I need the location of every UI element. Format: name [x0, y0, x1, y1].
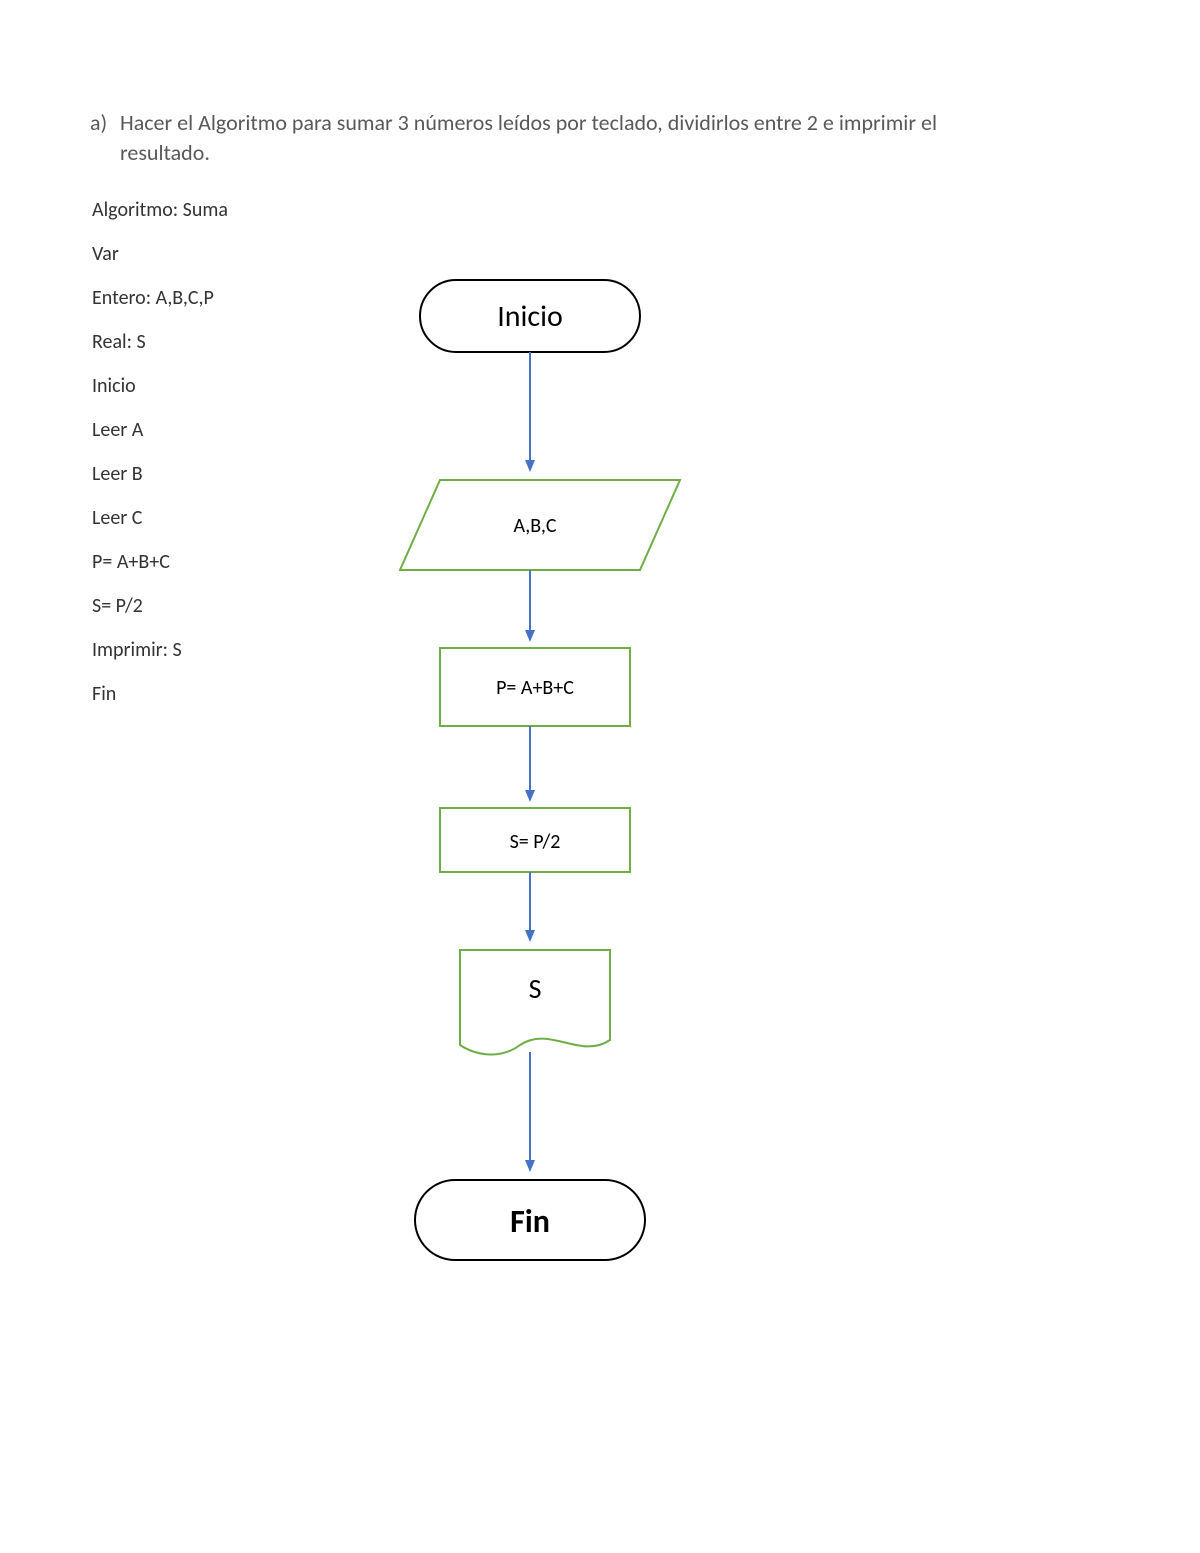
pseudo-line: Algoritmo: Suma — [92, 188, 228, 232]
page: a) Hacer el Algoritmo para sumar 3 númer… — [0, 0, 1200, 1553]
pseudo-line: S= P/2 — [92, 584, 228, 628]
flow-start-label: Inicio — [497, 298, 563, 335]
flowchart: Inicio A,B,C P= A+B+C S= P/2 — [380, 270, 860, 1330]
flow-process-1: P= A+B+C — [440, 648, 630, 726]
pseudo-line: Imprimir: S — [92, 628, 228, 672]
flow-input-label: A,B,C — [514, 514, 557, 538]
pseudo-line: Var — [92, 232, 228, 276]
flow-process-2: S= P/2 — [440, 808, 630, 872]
question-body: Hacer el Algoritmo para sumar 3 números … — [120, 109, 937, 166]
flow-input: A,B,C — [400, 480, 680, 570]
question-text: a) Hacer el Algoritmo para sumar 3 númer… — [120, 108, 940, 167]
pseudo-line: Fin — [92, 672, 228, 716]
flow-process-2-label: S= P/2 — [510, 830, 561, 854]
pseudo-line: Leer B — [92, 452, 228, 496]
pseudo-line: Entero: A,B,C,P — [92, 276, 228, 320]
question-marker: a) — [90, 108, 107, 138]
flow-process-1-label: P= A+B+C — [496, 676, 574, 700]
flow-end-label: Fin — [510, 1202, 550, 1241]
pseudocode-block: Algoritmo: Suma Var Entero: A,B,C,P Real… — [92, 188, 228, 716]
pseudo-line: Leer A — [92, 408, 228, 452]
pseudo-line: Real: S — [92, 320, 228, 364]
pseudo-line: P= A+B+C — [92, 540, 228, 584]
pseudo-line: Inicio — [92, 364, 228, 408]
flow-start: Inicio — [420, 280, 640, 352]
flow-output-label: S — [529, 971, 542, 1006]
flowchart-svg: Inicio A,B,C P= A+B+C S= P/2 — [380, 270, 860, 1330]
pseudo-line: Leer C — [92, 496, 228, 540]
flow-output: S — [460, 950, 610, 1054]
flow-end: Fin — [415, 1180, 645, 1260]
